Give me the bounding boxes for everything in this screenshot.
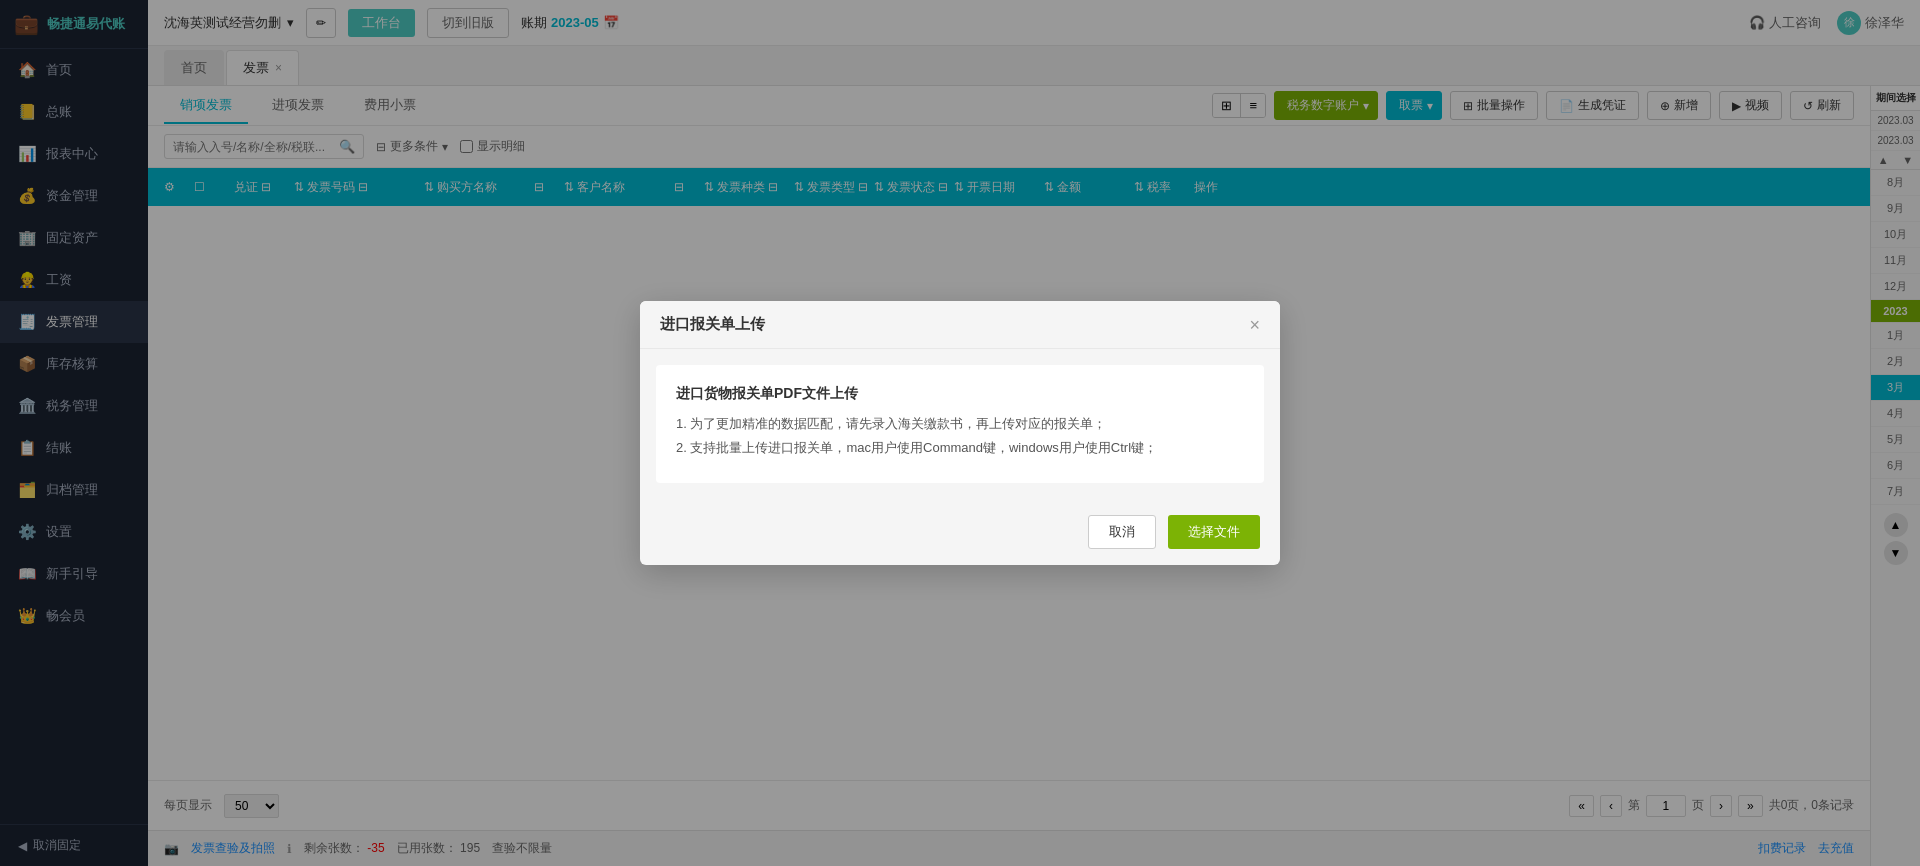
select-file-button[interactable]: 选择文件 [1168,515,1260,549]
dialog-section-title: 进口货物报关单PDF文件上传 [676,385,1244,403]
dialog-notes: 1. 为了更加精准的数据匹配，请先录入海关缴款书，再上传对应的报关单； 2. 支… [676,415,1244,457]
import-dialog: 进口报关单上传 × 进口货物报关单PDF文件上传 1. 为了更加精准的数据匹配，… [640,301,1280,565]
dialog-note-2: 2. 支持批量上传进口报关单，mac用户使用Command键，windows用户… [676,439,1244,457]
dialog-header: 进口报关单上传 × [640,301,1280,349]
dialog-footer: 取消 选择文件 [640,499,1280,565]
dialog-close-button[interactable]: × [1249,316,1260,334]
modal-overlay[interactable]: 进口报关单上传 × 进口货物报关单PDF文件上传 1. 为了更加精准的数据匹配，… [0,0,1920,866]
dialog-note-1: 1. 为了更加精准的数据匹配，请先录入海关缴款书，再上传对应的报关单； [676,415,1244,433]
dialog-body: 进口货物报关单PDF文件上传 1. 为了更加精准的数据匹配，请先录入海关缴款书，… [656,365,1264,483]
dialog-title: 进口报关单上传 [660,315,765,334]
cancel-button[interactable]: 取消 [1088,515,1156,549]
